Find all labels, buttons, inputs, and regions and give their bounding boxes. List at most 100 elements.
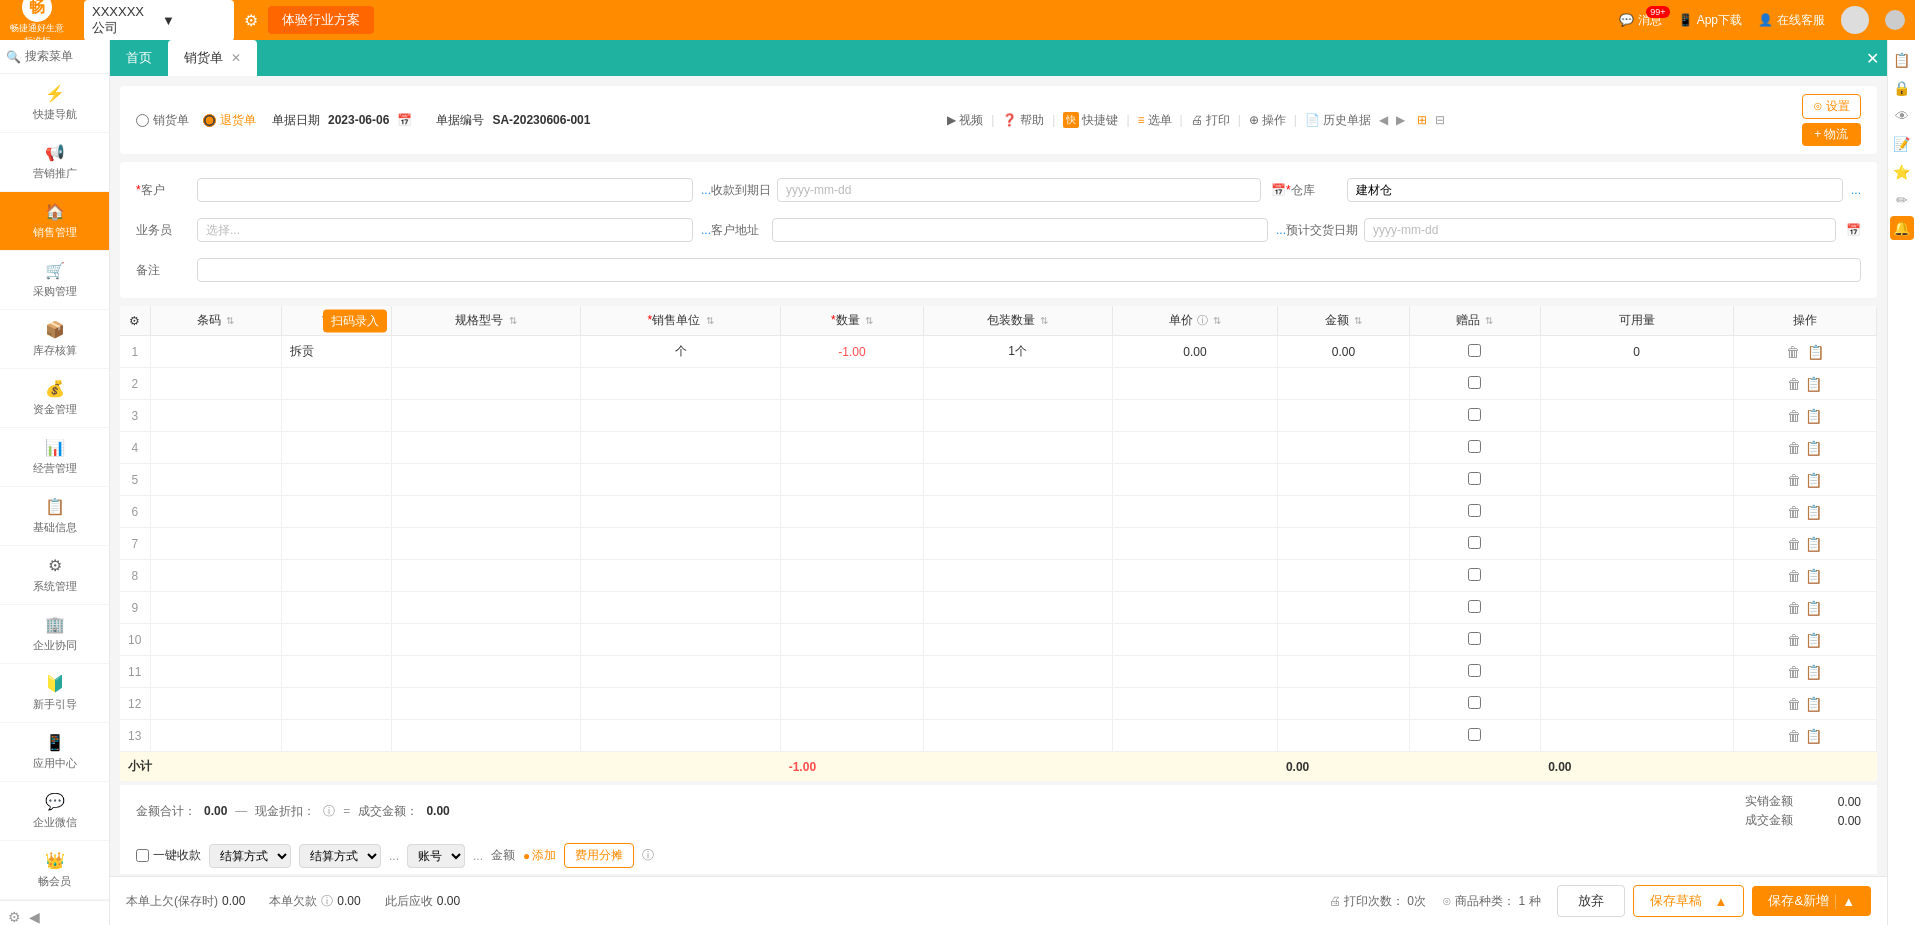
sidebar-item-purchase[interactable]: 🛒 采购管理 — [0, 251, 109, 310]
payment-due-input[interactable] — [777, 178, 1261, 202]
delete-row-13-button[interactable]: 🗑 — [1785, 726, 1803, 746]
delete-row-10-button[interactable]: 🗑 — [1785, 630, 1803, 650]
tab-sale-order[interactable]: 销货单 ✕ — [168, 40, 257, 76]
list-view-icon[interactable]: ⊞ — [1417, 113, 1427, 127]
warehouse-input[interactable] — [1347, 178, 1843, 202]
return-radio-label[interactable]: 退货单 — [203, 112, 256, 129]
copy-row-9-button[interactable]: 📋 — [1803, 598, 1824, 618]
right-tool-lock[interactable]: 🔒 — [1890, 76, 1914, 100]
app-download-button[interactable]: 📱 App下载 — [1678, 12, 1742, 29]
save-draft-button[interactable]: 保存草稿 ▲ — [1633, 885, 1745, 917]
gift-checkbox-8[interactable] — [1468, 568, 1481, 581]
sale-radio[interactable] — [136, 114, 149, 127]
right-tool-star[interactable]: ⭐ — [1890, 160, 1914, 184]
settings-button[interactable]: ⊙ 设置 — [1802, 94, 1861, 119]
warehouse-dots[interactable]: ... — [1851, 183, 1861, 197]
account-select[interactable]: 账号 — [407, 844, 465, 868]
gift-checkbox-11[interactable] — [1468, 664, 1481, 677]
customer-dots[interactable]: ... — [701, 183, 711, 197]
payment-due-calendar[interactable]: 📅 — [1271, 183, 1286, 197]
copy-row-4-button[interactable]: 📋 — [1803, 438, 1824, 458]
gift-checkbox-4[interactable] — [1468, 440, 1481, 453]
trial-button[interactable]: 体验行业方案 — [268, 6, 374, 34]
gift-checkbox-2[interactable] — [1468, 376, 1481, 389]
video-action[interactable]: ▶ 视频 — [947, 112, 983, 129]
close-all-tabs-button[interactable]: ✕ — [1866, 49, 1879, 68]
copy-row-7-button[interactable]: 📋 — [1803, 534, 1824, 554]
sale-radio-label[interactable]: 销货单 — [136, 112, 189, 129]
delete-row-6-button[interactable]: 🗑 — [1785, 502, 1803, 522]
user-avatar-2[interactable] — [1885, 10, 1905, 30]
copy-row-1-button[interactable]: 📋 — [1805, 342, 1826, 362]
sidebar-search[interactable]: 🔍 搜索菜单 — [0, 40, 109, 74]
history-action[interactable]: 📄 历史单据 — [1305, 112, 1371, 129]
sidebar-settings-button[interactable]: ⚙ — [8, 909, 21, 925]
message-button[interactable]: 💬 消息 99+ — [1619, 12, 1662, 29]
copy-row-3-button[interactable]: 📋 — [1803, 406, 1824, 426]
one-click-pay-checkbox[interactable] — [136, 849, 149, 862]
return-radio[interactable] — [203, 114, 216, 127]
save-new-button[interactable]: 保存&新增 ▲ — [1752, 886, 1871, 916]
gift-checkbox-6[interactable] — [1468, 504, 1481, 517]
gift-checkbox-7[interactable] — [1468, 536, 1481, 549]
select-action[interactable]: ≡ 选单 — [1138, 112, 1172, 129]
discard-button[interactable]: 放弃 — [1557, 885, 1625, 917]
customer-input[interactable] — [197, 178, 693, 202]
gift-checkbox-3[interactable] — [1468, 408, 1481, 421]
copy-row-13-button[interactable]: 📋 — [1803, 726, 1824, 746]
sidebar-item-basic[interactable]: 📋 基础信息 — [0, 487, 109, 546]
delete-row-8-button[interactable]: 🗑 — [1785, 566, 1803, 586]
delete-row-3-button[interactable]: 🗑 — [1785, 406, 1803, 426]
global-settings-button[interactable]: ⚙ — [244, 11, 258, 30]
customer-addr-dots[interactable]: ... — [1276, 223, 1286, 237]
customer-addr-input[interactable] — [772, 218, 1268, 242]
remark-input[interactable] — [197, 258, 1861, 282]
delete-row-9-button[interactable]: 🗑 — [1785, 598, 1803, 618]
sidebar-item-guide[interactable]: 🔰 新手引导 — [0, 664, 109, 723]
sidebar-item-sales[interactable]: 🏠 销售管理 — [0, 192, 109, 251]
sidebar-item-enterprise[interactable]: 🏢 企业协同 — [0, 605, 109, 664]
sidebar-item-appstore[interactable]: 📱 应用中心 — [0, 723, 109, 782]
gift-checkbox-1[interactable] — [1468, 344, 1481, 357]
gift-checkbox-9[interactable] — [1468, 600, 1481, 613]
delete-row-2-button[interactable]: 🗑 — [1785, 374, 1803, 394]
user-avatar[interactable] — [1841, 6, 1869, 34]
settlement-method-select[interactable]: 结算方式 — [299, 844, 381, 868]
one-click-pay-label[interactable]: 一键收款 — [136, 847, 201, 864]
copy-row-2-button[interactable]: 📋 — [1803, 374, 1824, 394]
add-payment-button[interactable]: ● 添加 — [523, 847, 556, 864]
operate-action[interactable]: ⊕ 操作 — [1249, 112, 1286, 129]
sidebar-item-member[interactable]: 👑 畅会员 — [0, 841, 109, 900]
nav-prev-icon[interactable]: ◀ — [1379, 113, 1388, 127]
expected-date-input[interactable] — [1364, 218, 1836, 242]
salesperson-dots[interactable]: ... — [701, 223, 711, 237]
expected-date-calendar[interactable]: 📅 — [1846, 223, 1861, 237]
gift-checkbox-5[interactable] — [1468, 472, 1481, 485]
scan-button[interactable]: 扫码录入 — [323, 309, 387, 332]
right-tool-view[interactable]: 👁 — [1890, 104, 1914, 128]
sidebar-item-system[interactable]: ⚙ 系统管理 — [0, 546, 109, 605]
save-draft-chevron[interactable]: ▲ — [1708, 894, 1728, 909]
nav-next-icon[interactable]: ▶ — [1396, 113, 1405, 127]
copy-row-10-button[interactable]: 📋 — [1803, 630, 1824, 650]
date-picker-icon[interactable]: 📅 — [397, 113, 412, 127]
online-service-button[interactable]: 👤 在线客服 — [1758, 12, 1825, 29]
gift-checkbox-12[interactable] — [1468, 696, 1481, 709]
delete-row-4-button[interactable]: 🗑 — [1785, 438, 1803, 458]
delete-row-11-button[interactable]: 🗑 — [1785, 662, 1803, 682]
grid-view-icon[interactable]: ⊟ — [1435, 113, 1445, 127]
delete-row-5-button[interactable]: 🗑 — [1785, 470, 1803, 490]
right-tool-pencil[interactable]: ✏ — [1890, 188, 1914, 212]
delete-row-1-button[interactable]: 🗑 — [1784, 342, 1802, 362]
right-tool-notes[interactable]: 📋 — [1890, 48, 1914, 72]
tab-close-button[interactable]: ✕ — [231, 51, 241, 65]
copy-row-6-button[interactable]: 📋 — [1803, 502, 1824, 522]
sidebar-item-finance[interactable]: 💰 资金管理 — [0, 369, 109, 428]
sidebar-collapse-button[interactable]: ◀ — [29, 909, 40, 925]
help-action[interactable]: ❓ 帮助 — [1002, 112, 1044, 129]
sidebar-item-quick-nav[interactable]: ⚡ 快捷导航 — [0, 74, 109, 133]
sidebar-item-marketing[interactable]: 📢 营销推广 — [0, 133, 109, 192]
copy-row-12-button[interactable]: 📋 — [1803, 694, 1824, 714]
delete-row-12-button[interactable]: 🗑 — [1785, 694, 1803, 714]
copy-row-8-button[interactable]: 📋 — [1803, 566, 1824, 586]
